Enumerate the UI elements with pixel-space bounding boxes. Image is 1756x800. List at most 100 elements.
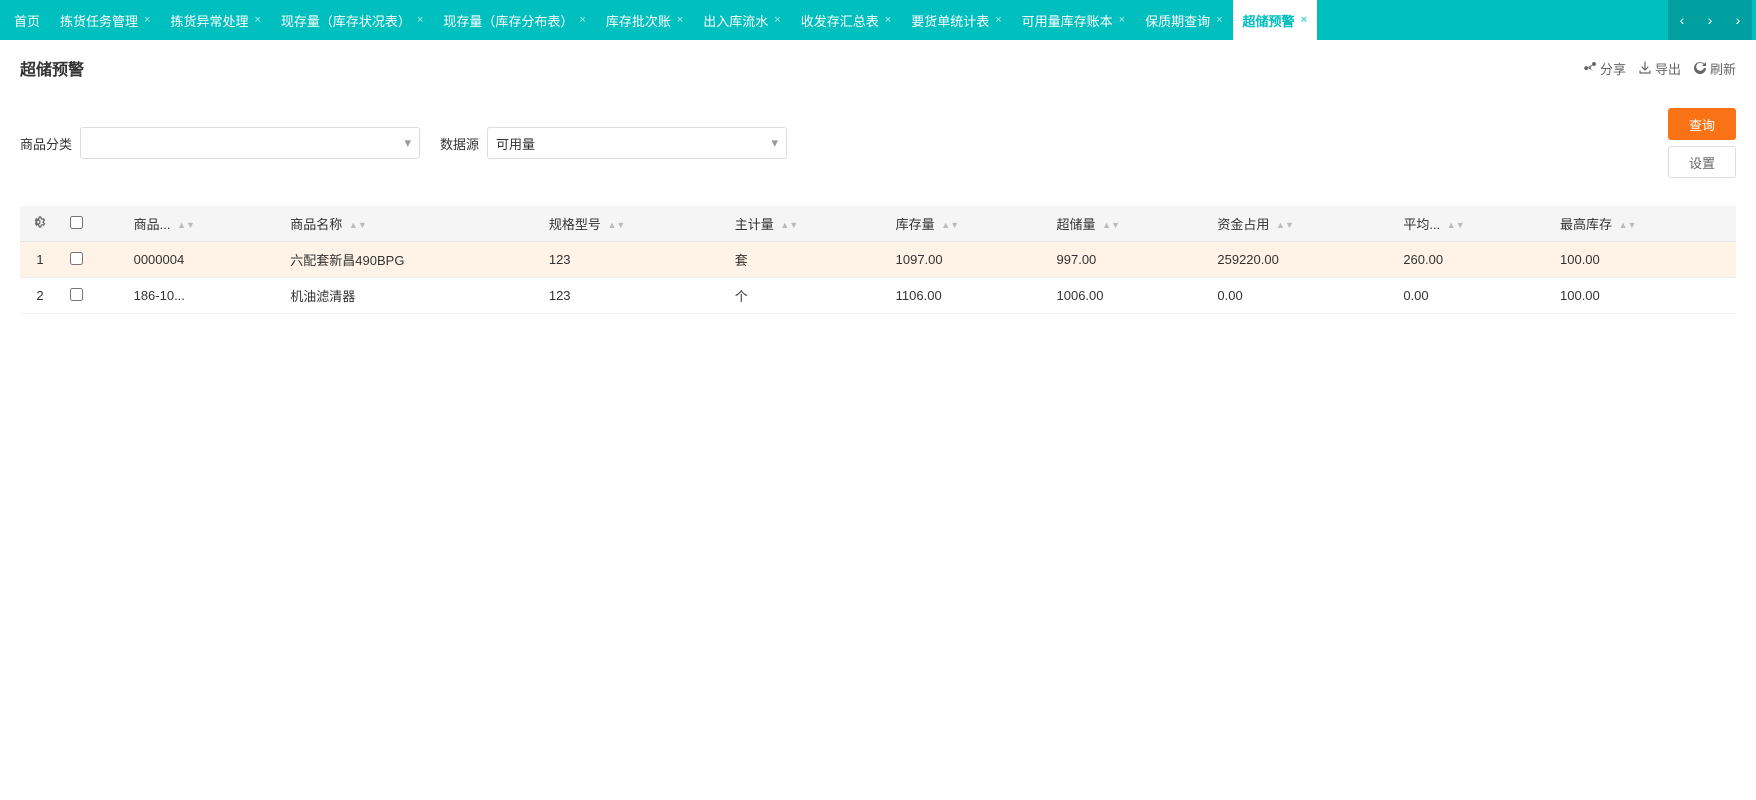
sort-icon[interactable]: ▲▼ <box>941 221 959 230</box>
nav-tab-2-label: 拣货异常处理 <box>170 11 248 30</box>
top-navigation: 首页 拣货任务管理 × 拣货异常处理 × 现存量（库存状况表） × 现存量（库存… <box>0 0 1756 40</box>
nav-tab-10[interactable]: 保质期查询 × <box>1135 0 1232 40</box>
nav-tab-2[interactable]: 拣货异常处理 × <box>160 0 270 40</box>
category-select[interactable]: ▾ <box>80 127 420 159</box>
close-icon[interactable]: × <box>1216 14 1222 26</box>
column-spec[interactable]: 规格型号 ▲▼ <box>539 206 725 242</box>
sort-icon[interactable]: ▲▼ <box>177 221 195 230</box>
close-icon[interactable]: × <box>774 14 780 26</box>
nav-tab-7[interactable]: 收发存汇总表 × <box>791 0 901 40</box>
row-product-name: 六配套新昌490BPG <box>280 242 539 278</box>
sort-icon[interactable]: ▲▼ <box>1276 221 1294 230</box>
row-num: 1 <box>20 242 60 278</box>
nav-tab-1[interactable]: 拣货任务管理 × <box>50 0 160 40</box>
row-select-checkbox[interactable] <box>70 252 83 265</box>
row-avg: 260.00 <box>1393 242 1550 278</box>
column-product-name[interactable]: 商品名称 ▲▼ <box>280 206 539 242</box>
column-product-code-label: 商品... <box>134 217 171 232</box>
row-max-stock: 100.00 <box>1550 242 1736 278</box>
row-checkbox[interactable] <box>60 242 124 278</box>
share-button[interactable]: 分享 <box>1583 59 1626 78</box>
sort-icon[interactable]: ▲▼ <box>607 221 625 230</box>
table-body: 10000004六配套新昌490BPG123套1097.00997.002592… <box>20 242 1736 314</box>
datasource-value: 可用量 <box>496 134 535 153</box>
nav-tab-active[interactable]: 超储预警 × <box>1233 0 1317 40</box>
page-header: 超储预警 分享 导出 刷新 <box>20 56 1736 80</box>
sort-icon[interactable]: ▲▼ <box>1619 221 1637 230</box>
sort-icon[interactable]: ▲▼ <box>349 221 367 230</box>
setting-button[interactable]: 设置 <box>1668 146 1736 178</box>
sort-icon[interactable]: ▲▼ <box>1102 221 1120 230</box>
close-icon[interactable]: × <box>1119 14 1125 26</box>
column-settings[interactable] <box>20 206 60 242</box>
close-icon[interactable]: × <box>885 14 891 26</box>
nav-tab-5-label: 库存批次账 <box>606 11 671 30</box>
row-stock: 1097.00 <box>886 242 1047 278</box>
nav-tab-9-label: 可用量库存账本 <box>1022 11 1113 30</box>
row-unit: 套 <box>725 242 886 278</box>
table-row: 10000004六配套新昌490BPG123套1097.00997.002592… <box>20 242 1736 278</box>
row-capital: 0.00 <box>1207 278 1393 314</box>
nav-next-button[interactable]: › <box>1696 0 1724 40</box>
refresh-icon <box>1693 61 1707 75</box>
close-icon[interactable]: × <box>995 14 1001 26</box>
close-icon[interactable]: × <box>254 14 260 26</box>
datasource-select[interactable]: 可用量 ▾ <box>487 127 787 159</box>
row-max-stock: 100.00 <box>1550 278 1736 314</box>
refresh-button[interactable]: 刷新 <box>1693 59 1736 78</box>
row-spec: 123 <box>539 278 725 314</box>
nav-tab-6[interactable]: 出入库流水 × <box>693 0 790 40</box>
column-max-stock-label: 最高库存 <box>1560 217 1612 232</box>
column-product-code[interactable]: 商品... ▲▼ <box>124 206 281 242</box>
column-avg[interactable]: 平均... ▲▼ <box>1393 206 1550 242</box>
select-all-checkbox[interactable] <box>70 216 83 229</box>
sort-icon[interactable]: ▲▼ <box>1447 221 1465 230</box>
datasource-label: 数据源 <box>440 134 479 153</box>
data-table: 商品... ▲▼ 商品名称 ▲▼ 规格型号 ▲▼ 主计量 ▲▼ 库存量 ▲▼ <box>20 206 1736 314</box>
nav-tab-10-label: 保质期查询 <box>1145 11 1210 30</box>
nav-tab-4[interactable]: 现存量（库存分布表） × <box>433 0 595 40</box>
share-icon <box>1583 61 1597 75</box>
chevron-down-icon: ▾ <box>772 135 779 151</box>
close-icon[interactable]: × <box>144 14 150 26</box>
column-max-stock[interactable]: 最高库存 ▲▼ <box>1550 206 1736 242</box>
column-checkbox[interactable] <box>60 206 124 242</box>
row-capital: 259220.00 <box>1207 242 1393 278</box>
column-overstock-label: 超储量 <box>1057 217 1096 232</box>
row-product-name: 机油滤清器 <box>280 278 539 314</box>
export-button[interactable]: 导出 <box>1638 59 1681 78</box>
table-header-row: 商品... ▲▼ 商品名称 ▲▼ 规格型号 ▲▼ 主计量 ▲▼ 库存量 ▲▼ <box>20 206 1736 242</box>
column-capital[interactable]: 资金占用 ▲▼ <box>1207 206 1393 242</box>
nav-tab-6-label: 出入库流水 <box>703 11 768 30</box>
filter-buttons: 查询 设置 <box>1668 108 1736 178</box>
nav-expand-button[interactable]: › <box>1724 0 1752 40</box>
query-button[interactable]: 查询 <box>1668 108 1736 140</box>
nav-tab-3[interactable]: 现存量（库存状况表） × <box>271 0 433 40</box>
nav-tab-8[interactable]: 要货单统计表 × <box>901 0 1011 40</box>
column-overstock[interactable]: 超储量 ▲▼ <box>1047 206 1208 242</box>
row-product-code: 186-10... <box>124 278 281 314</box>
nav-prev-button[interactable]: ‹ <box>1668 0 1696 40</box>
row-avg: 0.00 <box>1393 278 1550 314</box>
row-checkbox[interactable] <box>60 278 124 314</box>
nav-arrows: ‹ › › <box>1668 0 1752 40</box>
nav-tab-5[interactable]: 库存批次账 × <box>596 0 693 40</box>
close-icon[interactable]: × <box>417 14 423 26</box>
column-spec-label: 规格型号 <box>549 217 601 232</box>
row-stock: 1106.00 <box>886 278 1047 314</box>
nav-tab-7-label: 收发存汇总表 <box>801 11 879 30</box>
main-content: 超储预警 分享 导出 刷新 商品 <box>0 40 1756 800</box>
close-icon[interactable]: × <box>579 14 585 26</box>
nav-tab-home[interactable]: 首页 <box>4 0 50 40</box>
column-stock[interactable]: 库存量 ▲▼ <box>886 206 1047 242</box>
sort-icon[interactable]: ▲▼ <box>780 221 798 230</box>
row-select-checkbox[interactable] <box>70 288 83 301</box>
row-product-code: 0000004 <box>124 242 281 278</box>
export-label: 导出 <box>1655 59 1681 78</box>
column-avg-label: 平均... <box>1403 217 1440 232</box>
close-icon[interactable]: × <box>677 14 683 26</box>
column-product-name-label: 商品名称 <box>290 217 342 232</box>
column-unit[interactable]: 主计量 ▲▼ <box>725 206 886 242</box>
close-icon[interactable]: × <box>1301 14 1307 26</box>
nav-tab-9[interactable]: 可用量库存账本 × <box>1012 0 1135 40</box>
